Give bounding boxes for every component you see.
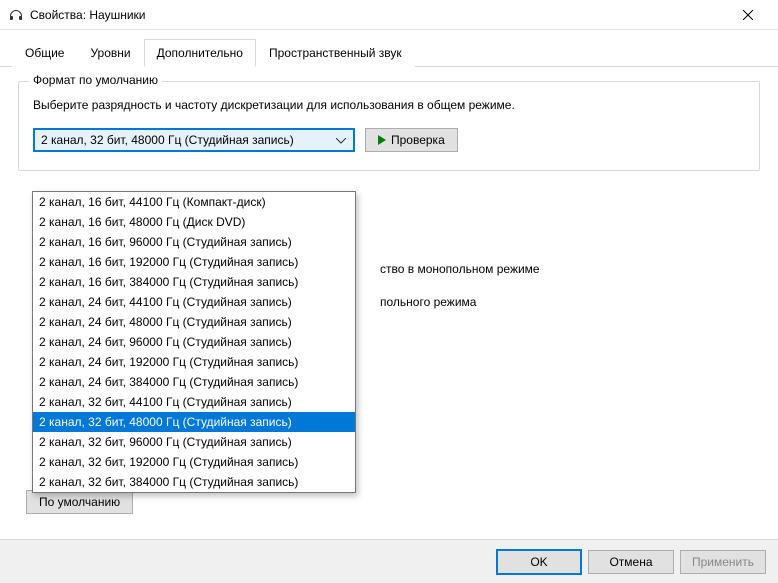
test-button-label: Проверка xyxy=(391,133,445,147)
test-button[interactable]: Проверка xyxy=(365,128,458,152)
format-select-value: 2 канал, 32 бит, 48000 Гц (Студийная зап… xyxy=(41,133,333,147)
tab-spatial[interactable]: Пространственный звук xyxy=(256,39,415,67)
format-option[interactable]: 2 канал, 24 бит, 44100 Гц (Студийная зап… xyxy=(33,292,355,312)
format-option[interactable]: 2 канал, 16 бит, 44100 Гц (Компакт-диск) xyxy=(33,192,355,212)
format-option[interactable]: 2 канал, 32 бит, 384000 Гц (Студийная за… xyxy=(33,472,355,492)
close-icon xyxy=(743,10,753,20)
format-option[interactable]: 2 канал, 16 бит, 192000 Гц (Студийная за… xyxy=(33,252,355,272)
ok-button[interactable]: OK xyxy=(496,549,582,575)
format-option[interactable]: 2 канал, 16 бит, 96000 Гц (Студийная зап… xyxy=(33,232,355,252)
format-option[interactable]: 2 канал, 32 бит, 44100 Гц (Студийная зап… xyxy=(33,392,355,412)
dialog-buttons: OK Отмена Применить xyxy=(0,539,778,583)
format-select[interactable]: 2 канал, 32 бит, 48000 Гц (Студийная зап… xyxy=(33,128,355,152)
play-icon xyxy=(378,135,386,145)
tab-levels[interactable]: Уровни xyxy=(77,39,143,67)
close-button[interactable] xyxy=(725,1,770,29)
format-option[interactable]: 2 канал, 24 бит, 192000 Гц (Студийная за… xyxy=(33,352,355,372)
obscured-text-2: польного режима xyxy=(380,295,476,309)
format-option[interactable]: 2 канал, 32 бит, 48000 Гц (Студийная зап… xyxy=(33,412,355,432)
format-option[interactable]: 2 канал, 16 бит, 48000 Гц (Диск DVD) xyxy=(33,212,355,232)
format-option[interactable]: 2 канал, 16 бит, 384000 Гц (Студийная за… xyxy=(33,272,355,292)
group-title: Формат по умолчанию xyxy=(29,73,162,87)
tab-advanced[interactable]: Дополнительно xyxy=(144,39,256,67)
tab-general[interactable]: Общие xyxy=(12,39,77,67)
default-format-group: Формат по умолчанию Выберите разрядность… xyxy=(18,81,760,171)
tabbar: Общие Уровни Дополнительно Пространствен… xyxy=(0,30,778,67)
tab-content: Формат по умолчанию Выберите разрядность… xyxy=(0,67,778,195)
apply-button[interactable]: Применить xyxy=(680,550,766,574)
format-option[interactable]: 2 канал, 32 бит, 192000 Гц (Студийная за… xyxy=(33,452,355,472)
format-option[interactable]: 2 канал, 32 бит, 96000 Гц (Студийная зап… xyxy=(33,432,355,452)
headphones-icon xyxy=(8,7,24,23)
window-title: Свойства: Наушники xyxy=(30,8,145,22)
group-description: Выберите разрядность и частоту дискретиз… xyxy=(33,96,745,114)
cancel-button[interactable]: Отмена xyxy=(588,550,674,574)
format-option[interactable]: 2 канал, 24 бит, 48000 Гц (Студийная зап… xyxy=(33,312,355,332)
format-option[interactable]: 2 канал, 24 бит, 384000 Гц (Студийная за… xyxy=(33,372,355,392)
defaults-button[interactable]: По умолчанию xyxy=(26,490,133,514)
obscured-text-1: ство в монопольном режиме xyxy=(380,262,540,276)
format-dropdown-list[interactable]: 2 канал, 16 бит, 44100 Гц (Компакт-диск)… xyxy=(32,191,356,493)
format-option[interactable]: 2 канал, 24 бит, 96000 Гц (Студийная зап… xyxy=(33,332,355,352)
titlebar: Свойства: Наушники xyxy=(0,0,778,30)
chevron-down-icon xyxy=(333,133,349,147)
